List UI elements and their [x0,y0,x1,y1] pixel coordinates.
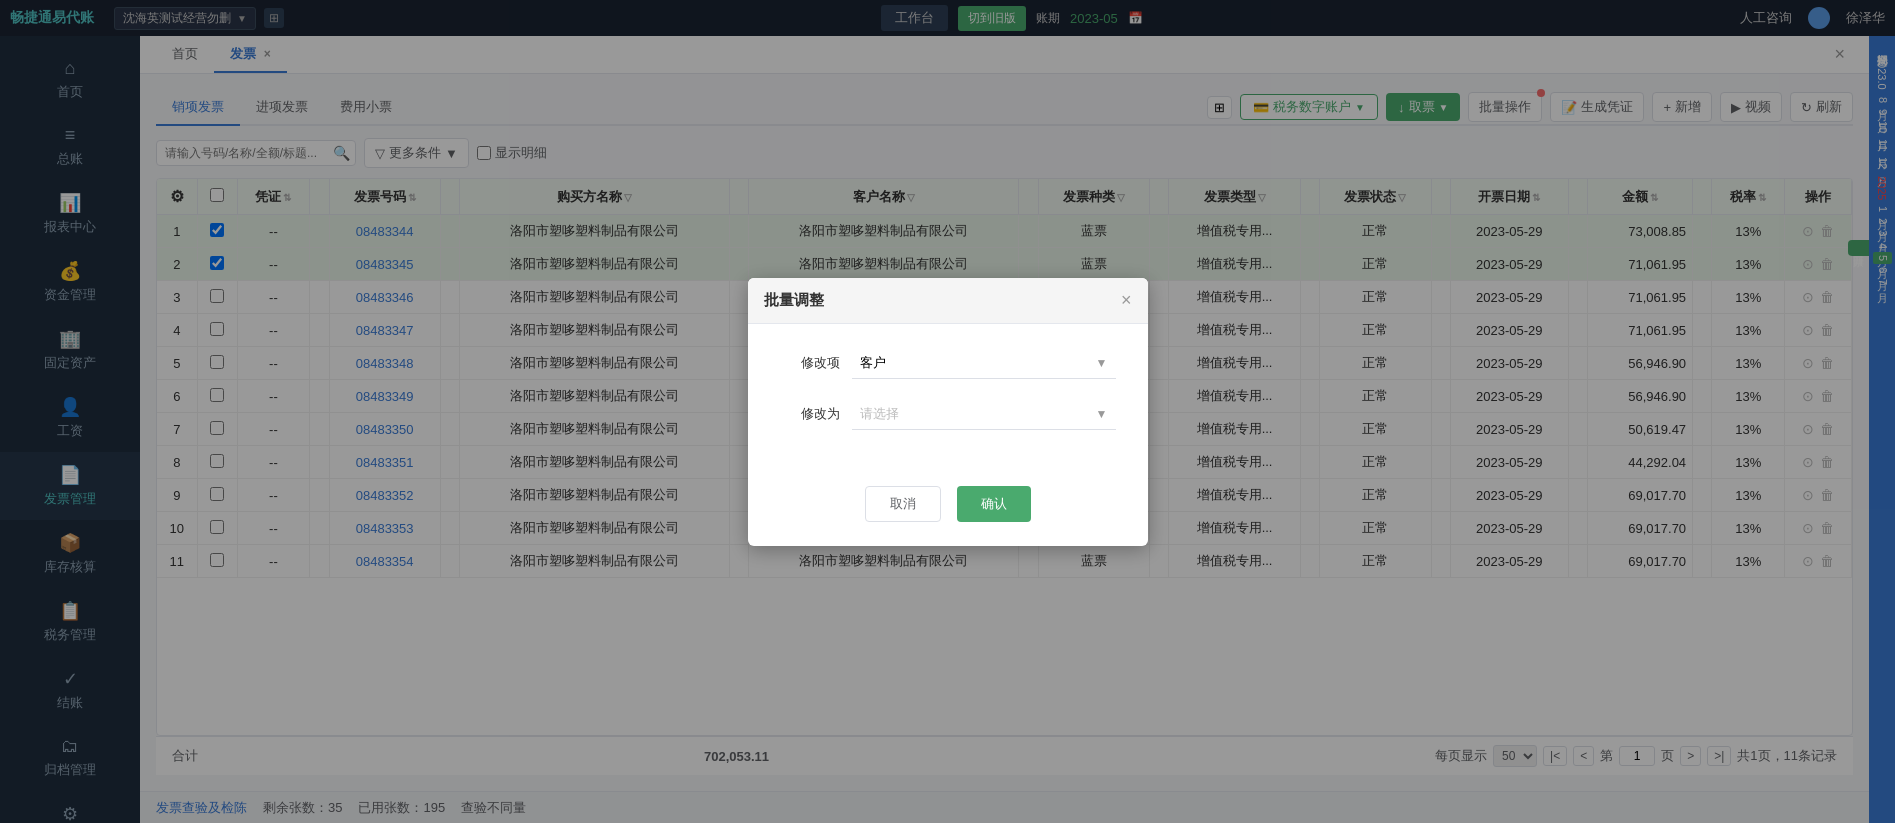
modify-to-select[interactable]: 请选择 ▼ [852,399,1116,430]
modal-header: 批量调整 × [748,278,1148,324]
modify-to-arrow: ▼ [1096,407,1108,421]
modify-to-row: 修改为 请选择 ▼ [780,399,1116,430]
modify-field-select[interactable]: 客户 ▼ [852,348,1116,379]
modal-confirm-btn[interactable]: 确认 [957,486,1031,522]
modify-field-row: 修改项 客户 ▼ [780,348,1116,379]
modify-to-label: 修改为 [780,405,840,423]
modal-title: 批量调整 [764,291,824,310]
batch-adjust-modal: 批量调整 × 修改项 客户 ▼ 修改为 请选择 ▼ 取消 确认 [748,278,1148,546]
modify-field-label: 修改项 [780,354,840,372]
modify-field-value: 客户 [860,354,886,372]
modify-field-arrow: ▼ [1096,356,1108,370]
modal-cancel-btn[interactable]: 取消 [865,486,941,522]
modal-body: 修改项 客户 ▼ 修改为 请选择 ▼ [748,324,1148,474]
modify-to-placeholder: 请选择 [860,405,899,423]
modal-overlay: 批量调整 × 修改项 客户 ▼ 修改为 请选择 ▼ 取消 确认 [0,0,1895,823]
modal-close-btn[interactable]: × [1121,290,1132,311]
modal-footer: 取消 确认 [748,474,1148,546]
